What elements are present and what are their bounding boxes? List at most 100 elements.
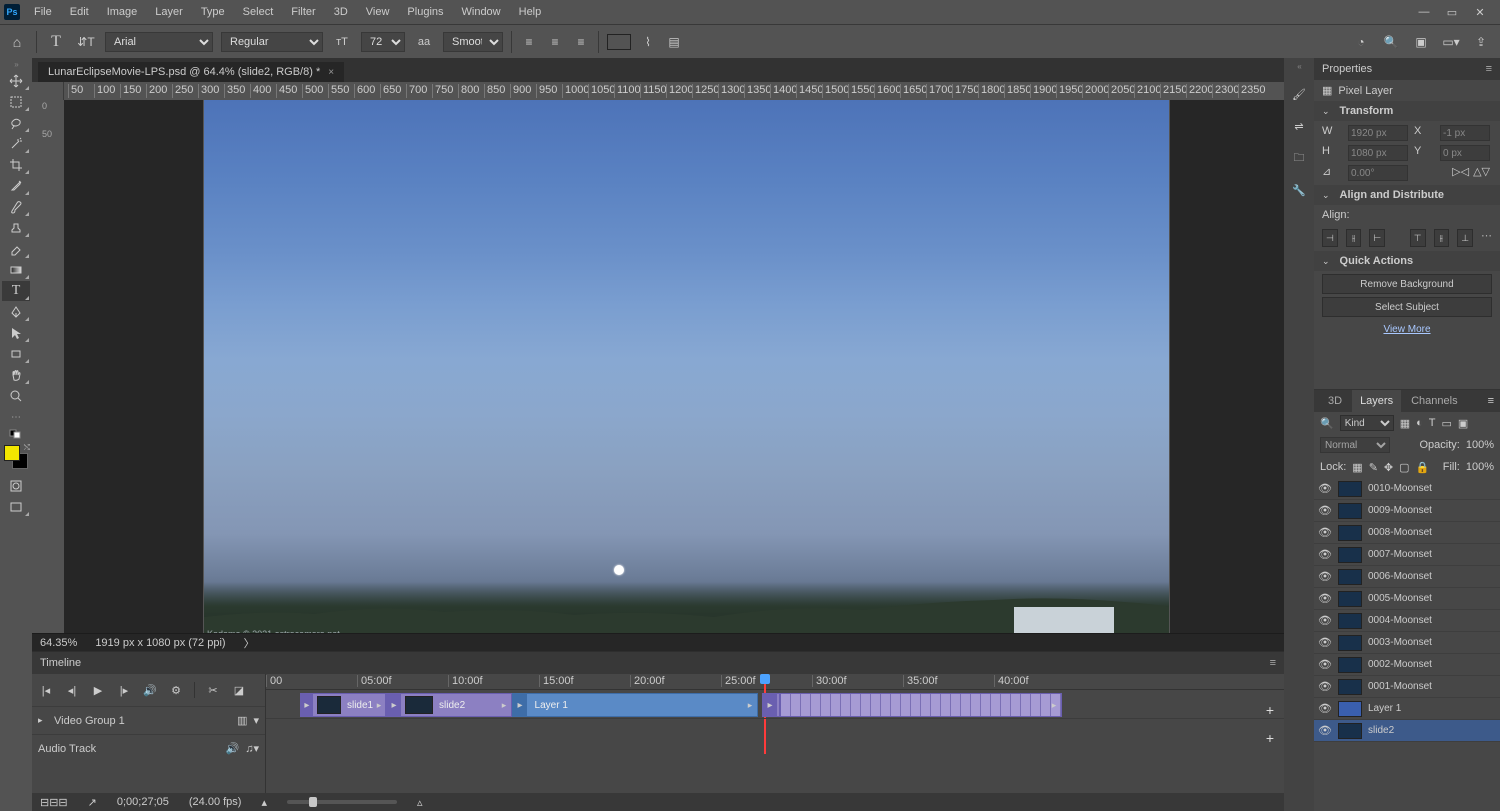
layer-item[interactable]: 👁0004-Moonset xyxy=(1314,610,1500,632)
visibility-icon[interactable]: 👁 xyxy=(1318,680,1332,693)
lock-nest-icon[interactable]: ▢ xyxy=(1399,461,1409,474)
align-right-icon[interactable]: ≡ xyxy=(572,33,590,51)
zoom-level[interactable]: 64.35% xyxy=(40,637,77,649)
quick-actions-header[interactable]: Quick Actions xyxy=(1340,255,1414,267)
clip-sequence[interactable]: ▸ xyxy=(780,693,1062,717)
font-family-select[interactable]: Arial xyxy=(105,32,213,52)
panel-menu-icon[interactable]: ≡ xyxy=(1486,63,1492,75)
hand-tool-icon[interactable] xyxy=(2,365,30,385)
lasso-tool-icon[interactable] xyxy=(2,113,30,133)
document-tab[interactable]: LunarEclipseMovie-LPS.psd @ 64.4% (slide… xyxy=(38,62,344,82)
add-video-icon[interactable]: + xyxy=(1266,702,1274,718)
opacity-value[interactable]: 100% xyxy=(1466,439,1494,451)
text-color-swatch[interactable] xyxy=(607,34,631,50)
brush-tool-icon[interactable] xyxy=(2,197,30,217)
select-subject-button[interactable]: Select Subject xyxy=(1322,297,1492,317)
layers-menu-icon[interactable]: ≡ xyxy=(1488,395,1500,407)
warp-text-icon[interactable]: ⌇ xyxy=(639,33,657,51)
font-style-select[interactable]: Regular xyxy=(221,32,323,52)
audio-track[interactable] xyxy=(266,718,1284,746)
layer-item[interactable]: 👁0007-Moonset xyxy=(1314,544,1500,566)
goto-start-icon[interactable]: |◂ xyxy=(38,682,54,698)
tool-presets-icon[interactable]: 🔧 xyxy=(1290,181,1308,199)
view-more-link[interactable]: View More xyxy=(1314,320,1500,339)
filter-adj-icon[interactable]: ◐ xyxy=(1416,417,1423,429)
visibility-icon[interactable]: 👁 xyxy=(1318,570,1332,583)
video-track[interactable]: ▸slide1▸▸slide2▸▸ Layer 1▸▸▸ xyxy=(266,690,1284,718)
play-icon[interactable]: ▶ xyxy=(90,682,106,698)
edit-toolbar-icon[interactable]: ⋯ xyxy=(2,407,30,427)
font-size-select[interactable]: 72 pt xyxy=(361,32,405,52)
visibility-icon[interactable]: 👁 xyxy=(1318,614,1332,627)
tab-3d[interactable]: 3D xyxy=(1320,390,1350,412)
panel-grip[interactable]: » xyxy=(14,60,17,70)
audio-track-row[interactable]: Audio Track 🔊♫▾ xyxy=(32,734,265,762)
align-vcenter-btn[interactable]: ⫲ xyxy=(1434,229,1450,247)
layer-item[interactable]: 👁0001-Moonset xyxy=(1314,676,1500,698)
menu-help[interactable]: Help xyxy=(511,0,550,24)
workspace-icon[interactable]: ▭▾ xyxy=(1442,33,1460,51)
align-left-icon[interactable]: ≡ xyxy=(520,33,538,51)
visibility-icon[interactable]: 👁 xyxy=(1318,482,1332,495)
visibility-icon[interactable]: 👁 xyxy=(1318,702,1332,715)
zoom-out-icon[interactable]: ▴ xyxy=(261,796,267,809)
foreground-color-swatch[interactable] xyxy=(4,445,20,461)
clip-slide1[interactable]: ▸slide1▸ xyxy=(300,693,386,717)
settings-icon[interactable]: ⚙ xyxy=(168,682,184,698)
layer-item[interactable]: 👁0009-Moonset xyxy=(1314,500,1500,522)
transform-width[interactable] xyxy=(1348,125,1408,141)
layer-item[interactable]: 👁slide2 xyxy=(1314,720,1500,742)
gradient-tool-icon[interactable] xyxy=(2,260,30,280)
rectangle-tool-icon[interactable] xyxy=(2,344,30,364)
blend-mode-select[interactable]: Normal xyxy=(1320,437,1390,453)
menu-plugins[interactable]: Plugins xyxy=(399,0,451,24)
zoom-in-icon[interactable]: ▵ xyxy=(417,796,423,809)
visibility-icon[interactable]: 👁 xyxy=(1318,658,1332,671)
clip-Layer 1[interactable]: ▸ Layer 1▸ xyxy=(512,693,758,717)
tab-channels[interactable]: Channels xyxy=(1403,390,1465,412)
brush-settings-icon[interactable]: 🖌 xyxy=(1290,85,1308,103)
menu-3d[interactable]: 3D xyxy=(326,0,356,24)
lock-pos-icon[interactable]: ✥ xyxy=(1384,461,1393,474)
wand-tool-icon[interactable] xyxy=(2,134,30,154)
transform-x[interactable] xyxy=(1440,125,1490,141)
transform-y[interactable] xyxy=(1440,145,1490,161)
next-frame-icon[interactable]: |▸ xyxy=(116,682,132,698)
align-header[interactable]: Align and Distribute xyxy=(1340,189,1445,201)
menu-window[interactable]: Window xyxy=(454,0,509,24)
layer-item[interactable]: 👁0008-Moonset xyxy=(1314,522,1500,544)
tl-convert-icon[interactable]: ↗ xyxy=(88,796,97,809)
prev-frame-icon[interactable]: ◂| xyxy=(64,682,80,698)
menu-filter[interactable]: Filter xyxy=(283,0,323,24)
mute-icon[interactable]: 🔊 xyxy=(142,682,158,698)
adjustments-icon[interactable]: ⇌ xyxy=(1290,117,1308,135)
layer-item[interactable]: 👁Layer 1 xyxy=(1314,698,1500,720)
music-icon[interactable]: ♫▾ xyxy=(245,742,259,755)
maximize-button[interactable]: ▭ xyxy=(1444,6,1460,19)
layer-item[interactable]: 👁0010-Moonset xyxy=(1314,478,1500,500)
transform-height[interactable] xyxy=(1348,145,1408,161)
transform-header[interactable]: Transform xyxy=(1340,105,1394,117)
visibility-icon[interactable]: 👁 xyxy=(1318,548,1332,561)
layer-item[interactable]: 👁0002-Moonset xyxy=(1314,654,1500,676)
close-button[interactable]: ✕ xyxy=(1472,6,1488,19)
visibility-icon[interactable]: 👁 xyxy=(1318,724,1332,737)
align-right-btn[interactable]: ⊢ xyxy=(1369,229,1385,247)
layer-filter-select[interactable]: Kind xyxy=(1340,415,1394,431)
zoom-slider[interactable] xyxy=(287,800,397,804)
menu-select[interactable]: Select xyxy=(235,0,282,24)
menu-type[interactable]: Type xyxy=(193,0,233,24)
filter-pixel-icon[interactable]: ▦ xyxy=(1400,417,1410,430)
default-colors-icon[interactable] xyxy=(2,428,30,440)
visibility-icon[interactable]: 👁 xyxy=(1318,526,1332,539)
filter-shape-icon[interactable]: ▭ xyxy=(1442,417,1452,430)
layer-item[interactable]: 👁0005-Moonset xyxy=(1314,588,1500,610)
screenmode-icon[interactable] xyxy=(2,497,30,517)
layer-item[interactable]: 👁0003-Moonset xyxy=(1314,632,1500,654)
filter-type-icon[interactable]: T xyxy=(1429,417,1436,429)
status-arrow-icon[interactable]: 〉 xyxy=(244,635,255,651)
lock-icon[interactable]: 🔒 xyxy=(1416,461,1430,474)
search-icon[interactable]: 🔍 xyxy=(1320,417,1334,430)
menu-image[interactable]: Image xyxy=(99,0,146,24)
video-group-row[interactable]: ▸ Video Group 1 ▥▾ xyxy=(32,706,265,734)
